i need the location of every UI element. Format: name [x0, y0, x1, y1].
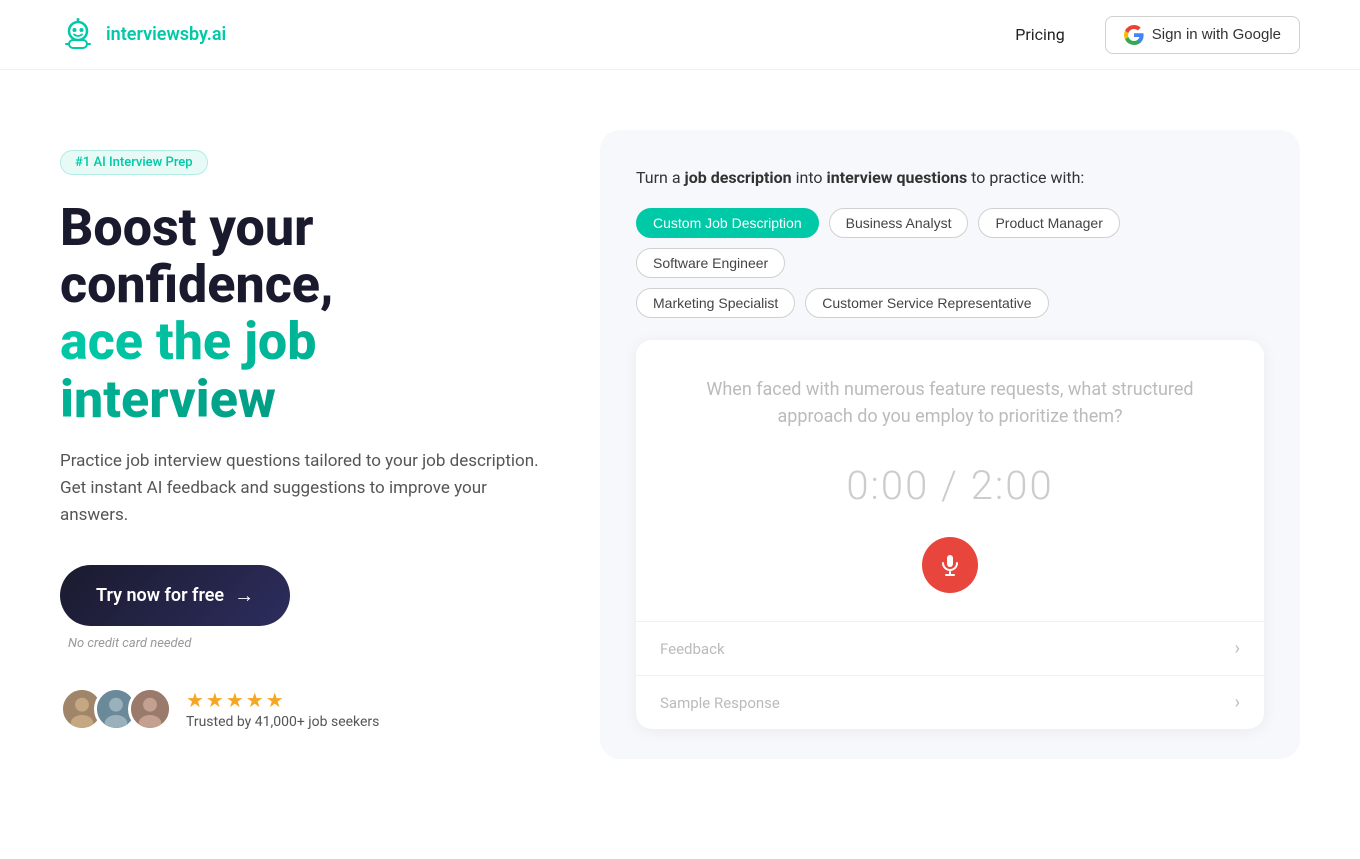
hero-title: Boost your confidence, ace the job inter… — [60, 199, 540, 428]
badge: #1 AI Interview Prep — [60, 150, 208, 175]
feedback-label: Feedback — [660, 640, 725, 658]
intro-end: to practice with: — [971, 168, 1084, 187]
logo-icon — [60, 17, 96, 53]
stars-text: ★★★★★ Trusted by 41,000+ job seekers — [186, 688, 379, 730]
navbar: interviewsby.ai Pricing Sign in with Goo… — [0, 0, 1360, 70]
arrow-icon: → — [234, 583, 254, 608]
tag-business-analyst[interactable]: Business Analyst — [829, 208, 969, 238]
question-area: When faced with numerous feature request… — [636, 340, 1264, 621]
question-text: When faced with numerous feature request… — [672, 376, 1228, 430]
hero-title-line2: confidence, — [60, 254, 333, 315]
demo-header: Turn a job description into interview qu… — [636, 166, 1264, 190]
avatars — [60, 687, 172, 731]
cta-label: Try now for free — [96, 585, 224, 606]
try-now-button[interactable]: Try now for free → — [60, 565, 290, 626]
tag-customer-service[interactable]: Customer Service Representative — [805, 288, 1048, 318]
tags-row-2: Marketing Specialist Customer Service Re… — [636, 288, 1264, 318]
google-icon — [1124, 25, 1144, 45]
main-content: #1 AI Interview Prep Boost your confiden… — [0, 70, 1360, 759]
tag-software-engineer[interactable]: Software Engineer — [636, 248, 785, 278]
demo-card: When faced with numerous feature request… — [636, 340, 1264, 729]
intro-mid: into — [796, 168, 827, 187]
sign-in-button[interactable]: Sign in with Google — [1105, 16, 1300, 54]
microphone-icon — [938, 553, 962, 577]
hero-subtitle: Practice job interview questions tailore… — [60, 448, 540, 530]
sign-in-label: Sign in with Google — [1152, 26, 1281, 43]
intro-bold2: interview questions — [827, 168, 968, 187]
tag-marketing-specialist[interactable]: Marketing Specialist — [636, 288, 795, 318]
avatar-3 — [128, 687, 172, 731]
feedback-row[interactable]: Feedback › — [636, 621, 1264, 675]
tag-product-manager[interactable]: Product Manager — [978, 208, 1119, 238]
logo-link[interactable]: interviewsby.ai — [60, 17, 226, 53]
feedback-chevron: › — [1235, 638, 1240, 659]
sample-label: Sample Response — [660, 694, 780, 712]
hero-title-line1: Boost your — [60, 197, 313, 258]
hero-section: #1 AI Interview Prep Boost your confiden… — [60, 130, 540, 731]
no-credit-card-label: No credit card needed — [68, 636, 540, 651]
tags-row-1: Custom Job Description Business Analyst … — [636, 208, 1264, 278]
demo-section: Turn a job description into interview qu… — [600, 130, 1300, 759]
trust-text: Trusted by 41,000+ job seekers — [186, 714, 379, 730]
intro-text: Turn a — [636, 168, 685, 187]
nav-right: Pricing Sign in with Google — [1015, 16, 1300, 54]
tag-custom-job[interactable]: Custom Job Description — [636, 208, 819, 238]
sample-response-row[interactable]: Sample Response › — [636, 675, 1264, 729]
social-proof: ★★★★★ Trusted by 41,000+ job seekers — [60, 687, 540, 731]
intro-bold1: job description — [685, 168, 792, 187]
stars: ★★★★★ — [186, 688, 379, 712]
sample-chevron: › — [1235, 692, 1240, 713]
pricing-link[interactable]: Pricing — [1015, 25, 1065, 44]
timer-display: 0:00 / 2:00 — [672, 462, 1228, 509]
mic-button[interactable] — [922, 537, 978, 593]
hero-title-line3: ace the job interview — [60, 311, 316, 429]
logo-text: interviewsby.ai — [106, 24, 226, 45]
